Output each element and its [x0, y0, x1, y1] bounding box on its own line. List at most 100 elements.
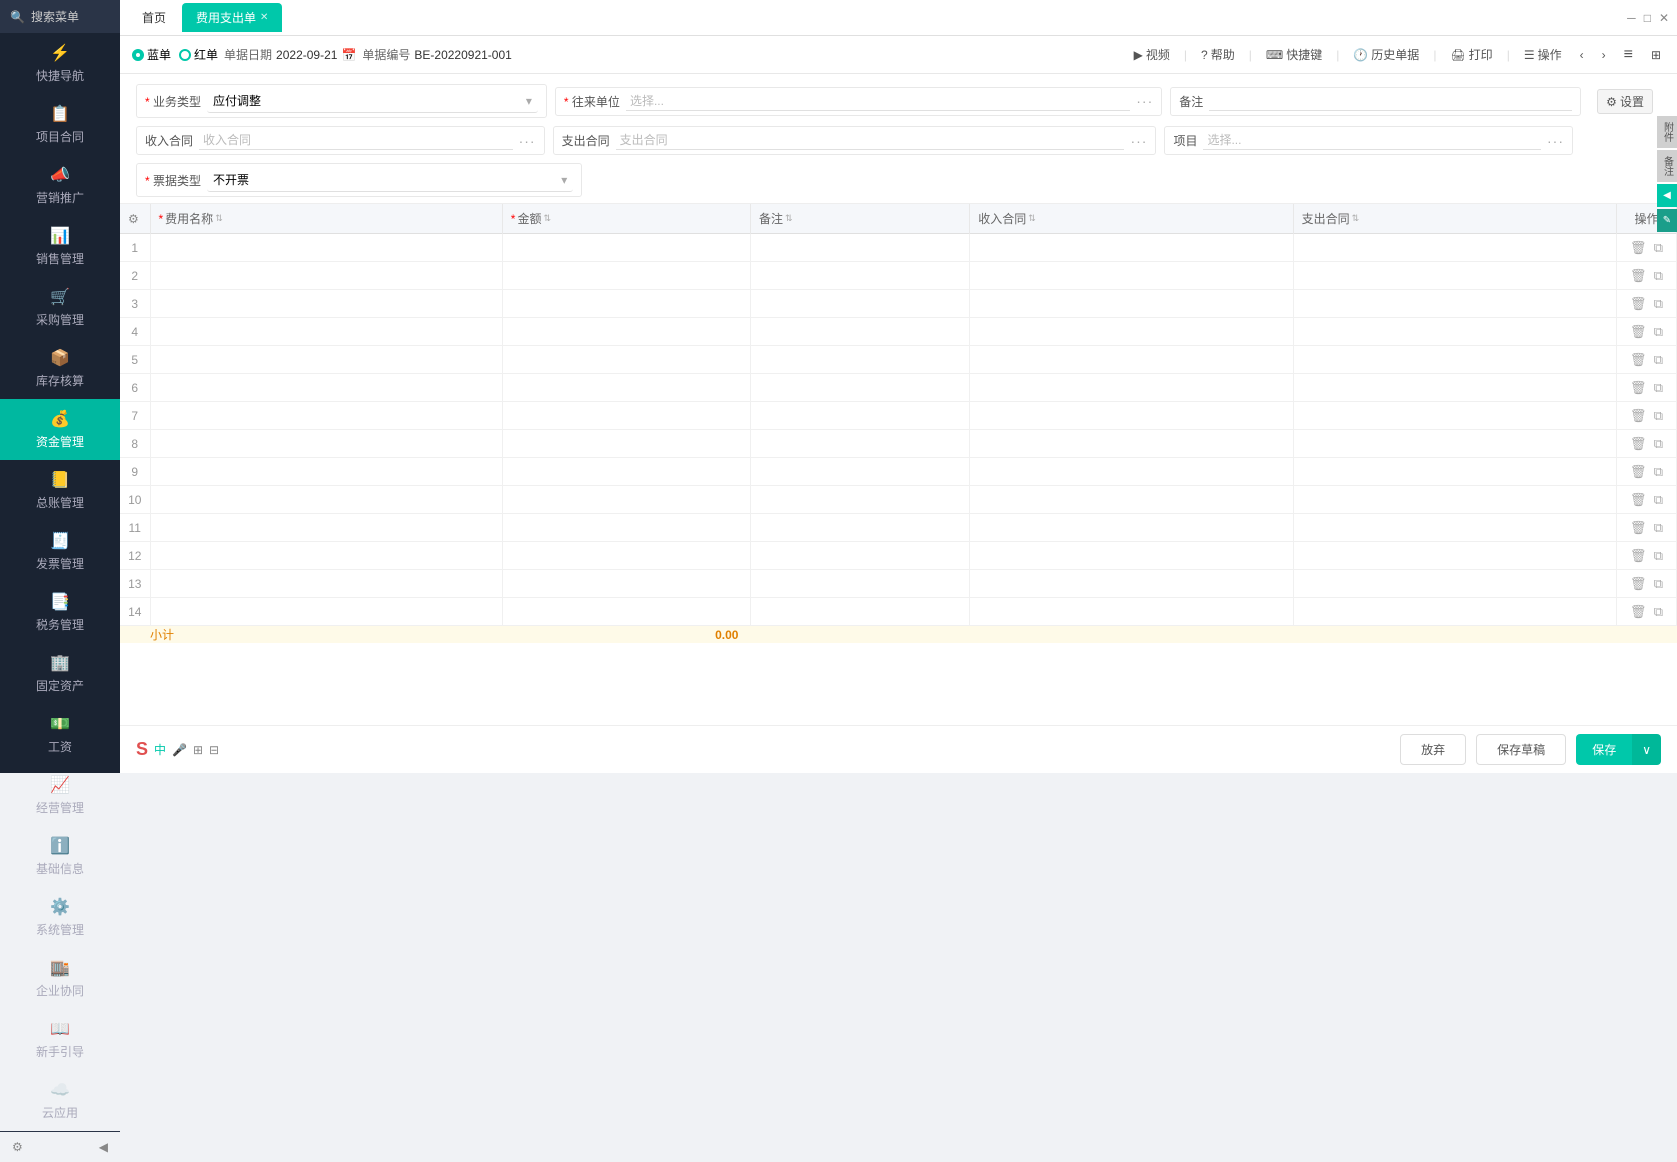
view-list-btn[interactable]: ≡	[1620, 44, 1637, 66]
row-delete-btn[interactable]: 🗑	[1628, 462, 1649, 481]
tab-home[interactable]: 首页	[128, 3, 180, 32]
sidebar-item-enterprise[interactable]: 🏬 企业协同	[0, 948, 120, 1009]
row-expense-name[interactable]	[150, 458, 502, 486]
row-expense-name[interactable]	[150, 430, 502, 458]
row-delete-btn[interactable]: 🗑	[1628, 294, 1649, 313]
sidebar-search[interactable]: 🔍 搜索菜单	[0, 0, 120, 33]
row-delete-btn[interactable]: 🗑	[1628, 350, 1649, 369]
row-amount[interactable]	[502, 234, 750, 262]
sidebar-item-quick-nav[interactable]: ⚡ 快捷导航	[0, 33, 120, 94]
row-remark[interactable]	[750, 402, 969, 430]
window-close-btn[interactable]: ✕	[1659, 11, 1669, 25]
nav-prev-btn[interactable]: ‹	[1576, 46, 1588, 64]
row-remark[interactable]	[750, 458, 969, 486]
row-expense-name[interactable]	[150, 290, 502, 318]
view-grid-btn[interactable]: ⊞	[1647, 46, 1665, 64]
row-remark[interactable]	[750, 486, 969, 514]
row-delete-btn[interactable]: 🗑	[1628, 406, 1649, 425]
teal-action-btn[interactable]: ✎	[1657, 209, 1677, 232]
invoice-type-select[interactable]: 不开票 ▾	[207, 168, 573, 192]
row-amount[interactable]	[502, 598, 750, 626]
sort-arrows-remark[interactable]: ⇅	[785, 214, 793, 223]
sidebar-item-cloud[interactable]: ☁️ 云应用	[0, 1070, 120, 1131]
discard-button[interactable]: 放弃	[1400, 734, 1466, 765]
row-amount[interactable]	[502, 570, 750, 598]
row-expense-contract[interactable]	[1293, 542, 1616, 570]
sort-arrows-expense[interactable]: ⇅	[215, 214, 223, 223]
row-income-contract[interactable]	[970, 318, 1293, 346]
history-btn[interactable]: 🕐 历史单据	[1349, 44, 1423, 65]
sidebar-item-operation[interactable]: 📈 经营管理	[0, 765, 120, 826]
row-income-contract[interactable]	[970, 570, 1293, 598]
row-amount[interactable]	[502, 542, 750, 570]
radio-blue[interactable]: 蓝单	[132, 46, 171, 63]
partner-input[interactable]	[626, 92, 1130, 111]
row-copy-btn[interactable]: ⧉	[1652, 434, 1665, 453]
project-input[interactable]	[1203, 131, 1541, 150]
row-income-contract[interactable]	[970, 234, 1293, 262]
shortcut-btn[interactable]: ⌨ 快捷键	[1262, 44, 1326, 65]
tab-expense-close[interactable]: ✕	[260, 12, 268, 23]
row-expense-name[interactable]	[150, 262, 502, 290]
sidebar-item-marketing[interactable]: 📣 营销推广	[0, 155, 120, 216]
row-expense-contract[interactable]	[1293, 374, 1616, 402]
sidebar-item-tax[interactable]: 📑 税务管理	[0, 582, 120, 643]
row-income-contract[interactable]	[970, 402, 1293, 430]
row-amount[interactable]	[502, 514, 750, 542]
sort-arrows-expense-contract[interactable]: ⇅	[1352, 214, 1360, 223]
row-remark[interactable]	[750, 318, 969, 346]
row-amount[interactable]	[502, 374, 750, 402]
income-contract-dots[interactable]: ···	[519, 133, 536, 149]
row-delete-btn[interactable]: 🗑	[1628, 602, 1649, 621]
project-dots[interactable]: ···	[1547, 133, 1564, 149]
row-expense-name[interactable]	[150, 234, 502, 262]
sidebar-item-invoice[interactable]: 🧾 发票管理	[0, 521, 120, 582]
row-expense-name[interactable]	[150, 402, 502, 430]
row-income-contract[interactable]	[970, 374, 1293, 402]
note-btn[interactable]: 备注	[1657, 150, 1677, 182]
row-expense-contract[interactable]	[1293, 262, 1616, 290]
row-remark[interactable]	[750, 514, 969, 542]
row-expense-name[interactable]	[150, 318, 502, 346]
calendar-icon[interactable]: 📅	[341, 48, 356, 62]
row-remark[interactable]	[750, 262, 969, 290]
row-income-contract[interactable]	[970, 598, 1293, 626]
sidebar-item-accounting[interactable]: 📒 总账管理	[0, 460, 120, 521]
sidebar-item-project-contract[interactable]: 📋 项目合同	[0, 94, 120, 155]
row-amount[interactable]	[502, 402, 750, 430]
row-income-contract[interactable]	[970, 430, 1293, 458]
income-contract-input[interactable]	[199, 131, 513, 150]
row-copy-btn[interactable]: ⧉	[1652, 406, 1665, 425]
row-expense-contract[interactable]	[1293, 458, 1616, 486]
row-remark[interactable]	[750, 374, 969, 402]
row-delete-btn[interactable]: 🗑	[1628, 546, 1649, 565]
row-delete-btn[interactable]: 🗑	[1628, 378, 1649, 397]
row-expense-contract[interactable]	[1293, 514, 1616, 542]
row-copy-btn[interactable]: ⧉	[1652, 238, 1665, 257]
window-max-btn[interactable]: □	[1644, 11, 1651, 25]
row-delete-btn[interactable]: 🗑	[1628, 238, 1649, 257]
row-remark[interactable]	[750, 598, 969, 626]
expense-contract-input[interactable]	[616, 131, 1125, 150]
sort-arrows-income[interactable]: ⇅	[1028, 214, 1036, 223]
row-expense-name[interactable]	[150, 486, 502, 514]
row-amount[interactable]	[502, 290, 750, 318]
row-expense-contract[interactable]	[1293, 598, 1616, 626]
help-btn[interactable]: ? 帮助	[1197, 44, 1239, 65]
row-income-contract[interactable]	[970, 346, 1293, 374]
row-copy-btn[interactable]: ⧉	[1652, 294, 1665, 313]
row-remark[interactable]	[750, 430, 969, 458]
partner-dots[interactable]: ···	[1136, 93, 1153, 109]
window-min-btn[interactable]: ─	[1627, 11, 1636, 25]
row-expense-name[interactable]	[150, 514, 502, 542]
row-copy-btn[interactable]: ⧉	[1652, 490, 1665, 509]
row-delete-btn[interactable]: 🗑	[1628, 518, 1649, 537]
row-copy-btn[interactable]: ⧉	[1652, 266, 1665, 285]
row-amount[interactable]	[502, 262, 750, 290]
row-delete-btn[interactable]: 🗑	[1628, 322, 1649, 341]
row-delete-btn[interactable]: 🗑	[1628, 434, 1649, 453]
sidebar-item-fixed-assets[interactable]: 🏢 固定资产	[0, 643, 120, 704]
row-expense-contract[interactable]	[1293, 346, 1616, 374]
settings-icon[interactable]: ⚙	[12, 1140, 23, 1154]
row-remark[interactable]	[750, 290, 969, 318]
